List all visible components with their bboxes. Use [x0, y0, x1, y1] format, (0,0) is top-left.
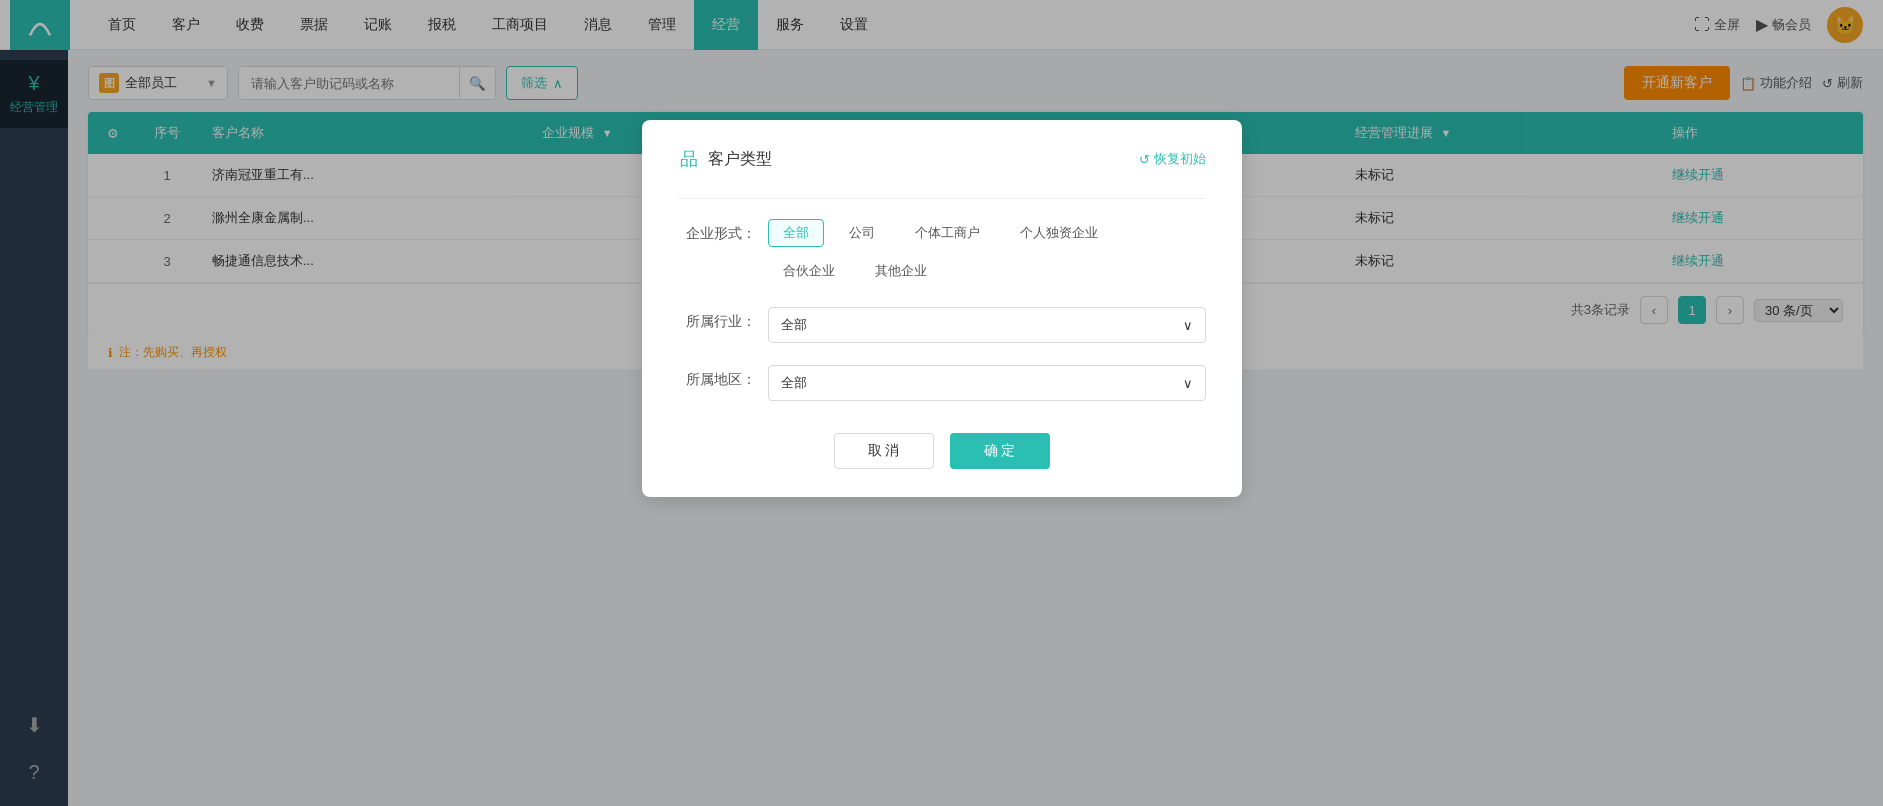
region-value: 全部 ∨ — [768, 365, 1206, 401]
enterprise-form-value: 全部 公司 个体工商户 个人独资企业 合伙企业 其他企业 — [768, 219, 1206, 285]
form-row-industry: 所属行业： 全部 ∨ — [678, 307, 1206, 343]
modal-body: 企业形式： 全部 公司 个体工商户 个人独资企业 合伙企业 其他企业 所 — [678, 219, 1206, 401]
industry-select-text: 全部 — [781, 316, 807, 334]
enterprise-form-label: 企业形式： — [678, 219, 768, 243]
reset-label: 恢复初始 — [1154, 150, 1206, 168]
enterprise-tag-group2: 合伙企业 其他企业 — [768, 257, 1206, 285]
modal-title: 品 客户类型 — [678, 148, 772, 170]
industry-chevron-icon: ∨ — [1183, 318, 1193, 333]
enterprise-tag-company[interactable]: 公司 — [834, 219, 890, 247]
industry-value: 全部 ∨ — [768, 307, 1206, 343]
industry-select[interactable]: 全部 ∨ — [768, 307, 1206, 343]
region-select[interactable]: 全部 ∨ — [768, 365, 1206, 401]
enterprise-tag-partnership[interactable]: 合伙企业 — [768, 257, 850, 285]
region-select-text: 全部 — [781, 374, 807, 392]
modal-confirm-button[interactable]: 确 定 — [950, 433, 1050, 469]
form-row-enterprise: 企业形式： 全部 公司 个体工商户 个人独资企业 合伙企业 其他企业 — [678, 219, 1206, 285]
enterprise-tag-other[interactable]: 其他企业 — [860, 257, 942, 285]
industry-label: 所属行业： — [678, 307, 768, 331]
modal-header: 品 客户类型 ↺ 恢复初始 — [678, 148, 1206, 170]
enterprise-tag-individual[interactable]: 个体工商户 — [900, 219, 995, 247]
region-chevron-icon: ∨ — [1183, 376, 1193, 391]
enterprise-tag-all[interactable]: 全部 — [768, 219, 824, 247]
modal-overlay: 品 客户类型 ↺ 恢复初始 企业形式： 全部 公司 个体工商户 个人独资企业 — [0, 0, 1883, 806]
enterprise-tag-sole[interactable]: 个人独资企业 — [1005, 219, 1113, 247]
enterprise-tag-group: 全部 公司 个体工商户 个人独资企业 — [768, 219, 1206, 247]
modal-title-text: 客户类型 — [708, 149, 772, 170]
modal-title-icon: 品 — [678, 148, 700, 170]
region-label: 所属地区： — [678, 365, 768, 389]
modal-reset-button[interactable]: ↺ 恢复初始 — [1139, 150, 1206, 168]
filter-modal: 品 客户类型 ↺ 恢复初始 企业形式： 全部 公司 个体工商户 个人独资企业 — [642, 120, 1242, 497]
modal-cancel-button[interactable]: 取 消 — [834, 433, 934, 469]
modal-footer: 取 消 确 定 — [678, 433, 1206, 469]
form-row-region: 所属地区： 全部 ∨ — [678, 365, 1206, 401]
reset-icon: ↺ — [1139, 152, 1150, 167]
